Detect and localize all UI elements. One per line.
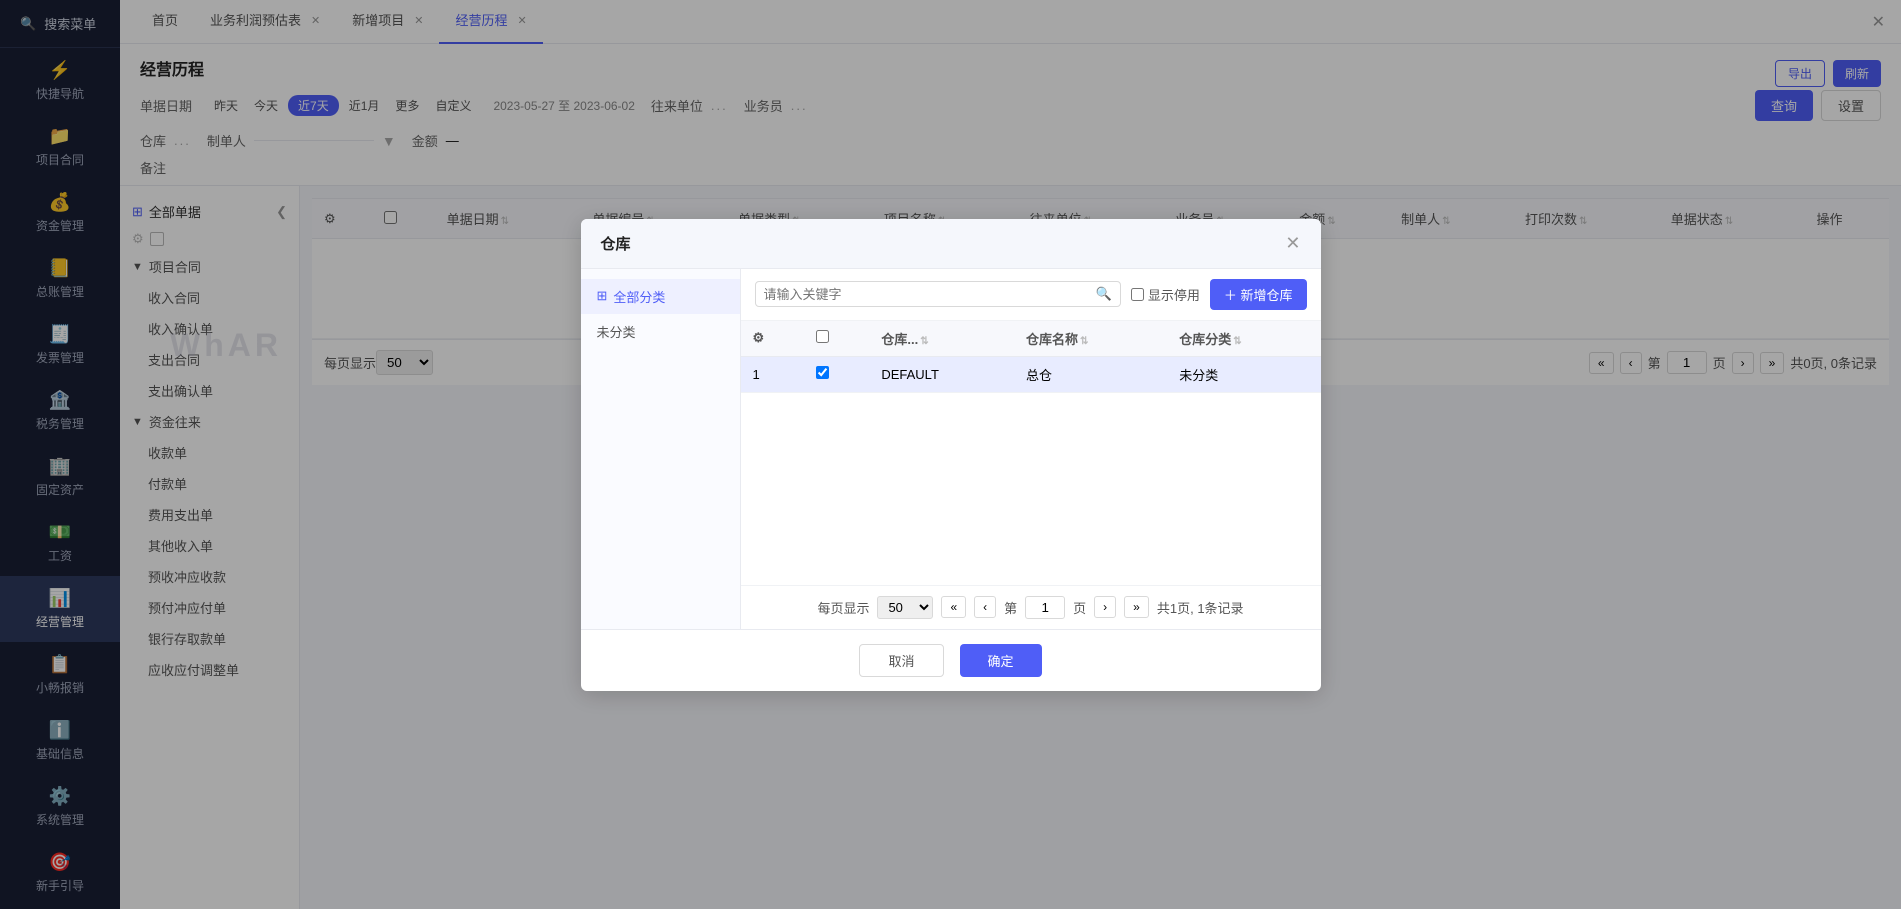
- modal-search-input[interactable]: [764, 287, 1096, 302]
- modal-pagination-last[interactable]: »: [1124, 596, 1149, 618]
- modal-actions: 取消 确定: [581, 629, 1321, 691]
- modal-search-box: 🔍: [755, 281, 1121, 307]
- add-warehouse-button[interactable]: ＋ 新增仓库: [1210, 279, 1307, 310]
- cancel-button[interactable]: 取消: [859, 644, 943, 677]
- wh-row-category: 未分类: [1167, 356, 1320, 392]
- modal-overlay: 仓库 ✕ ⊞ 全部分类 未分类 🔍: [0, 0, 1901, 909]
- modal-page-size-label: 每页显示: [817, 598, 869, 617]
- modal-footer-pagination: 每页显示 50 100 « ‹ 第 页 › » 共1页, 1条记录: [741, 585, 1321, 629]
- modal-table: ⚙ 仓库...⇅ 仓库名称⇅ 仓库分类⇅ 1 DEFAULT: [741, 321, 1321, 585]
- modal-show-disabled-label: 显示停用: [1131, 285, 1200, 304]
- modal-left-unclassified[interactable]: 未分类: [581, 314, 740, 349]
- modal-pagination-total: 共1页, 1条记录: [1157, 598, 1244, 617]
- gear-icon-wh[interactable]: ⚙: [753, 330, 765, 345]
- wh-row-index: 1: [741, 356, 804, 392]
- show-disabled-text: 显示停用: [1148, 285, 1200, 304]
- confirm-button[interactable]: 确定: [960, 644, 1042, 677]
- wh-select-all[interactable]: [816, 330, 829, 343]
- modal-header: 仓库 ✕: [581, 219, 1321, 269]
- wh-th-code: 仓库...⇅: [869, 321, 1014, 357]
- modal-search-icon: 🔍: [1096, 286, 1112, 302]
- warehouse-table: ⚙ 仓库...⇅ 仓库名称⇅ 仓库分类⇅ 1 DEFAULT: [741, 321, 1321, 393]
- wh-th-name: 仓库名称⇅: [1014, 321, 1167, 357]
- show-disabled-checkbox[interactable]: [1131, 288, 1144, 301]
- wh-th-gear: ⚙: [741, 321, 804, 357]
- wh-th-checkbox: [804, 321, 870, 357]
- modal-title: 仓库: [601, 233, 631, 254]
- wh-row-select[interactable]: [816, 366, 829, 379]
- modal-right-panel: 🔍 显示停用 ＋ 新增仓库 ⚙ 仓库...⇅: [741, 269, 1321, 629]
- modal-toolbar: 🔍 显示停用 ＋ 新增仓库: [741, 269, 1321, 321]
- warehouse-table-row[interactable]: 1 DEFAULT 总仓 未分类: [741, 356, 1321, 392]
- modal-pagination-page-label: 第: [1004, 598, 1017, 617]
- modal-close-icon[interactable]: ✕: [1285, 233, 1300, 254]
- warehouse-modal: 仓库 ✕ ⊞ 全部分类 未分类 🔍: [581, 219, 1321, 691]
- warehouse-table-header: ⚙ 仓库...⇅ 仓库名称⇅ 仓库分类⇅: [741, 321, 1321, 357]
- modal-pagination-page-label-2: 页: [1073, 598, 1086, 617]
- wh-row-code: DEFAULT: [869, 356, 1014, 392]
- modal-unclassified-label: 未分类: [597, 322, 636, 341]
- modal-left-panel: ⊞ 全部分类 未分类: [581, 269, 741, 629]
- modal-pagination-next[interactable]: ›: [1094, 596, 1116, 618]
- modal-page-input[interactable]: [1025, 596, 1065, 619]
- wh-row-checkbox: [804, 356, 870, 392]
- modal-left-all[interactable]: ⊞ 全部分类: [581, 279, 740, 314]
- wh-th-category: 仓库分类⇅: [1167, 321, 1320, 357]
- modal-pagination-prev[interactable]: ‹: [974, 596, 996, 618]
- modal-page-size-select[interactable]: 50 100: [877, 596, 933, 619]
- grid-icon-modal: ⊞: [597, 288, 608, 304]
- modal-pagination-first[interactable]: «: [941, 596, 966, 618]
- modal-all-label: 全部分类: [613, 287, 665, 306]
- modal-body: ⊞ 全部分类 未分类 🔍 显示停用: [581, 269, 1321, 629]
- wh-row-name: 总仓: [1014, 356, 1167, 392]
